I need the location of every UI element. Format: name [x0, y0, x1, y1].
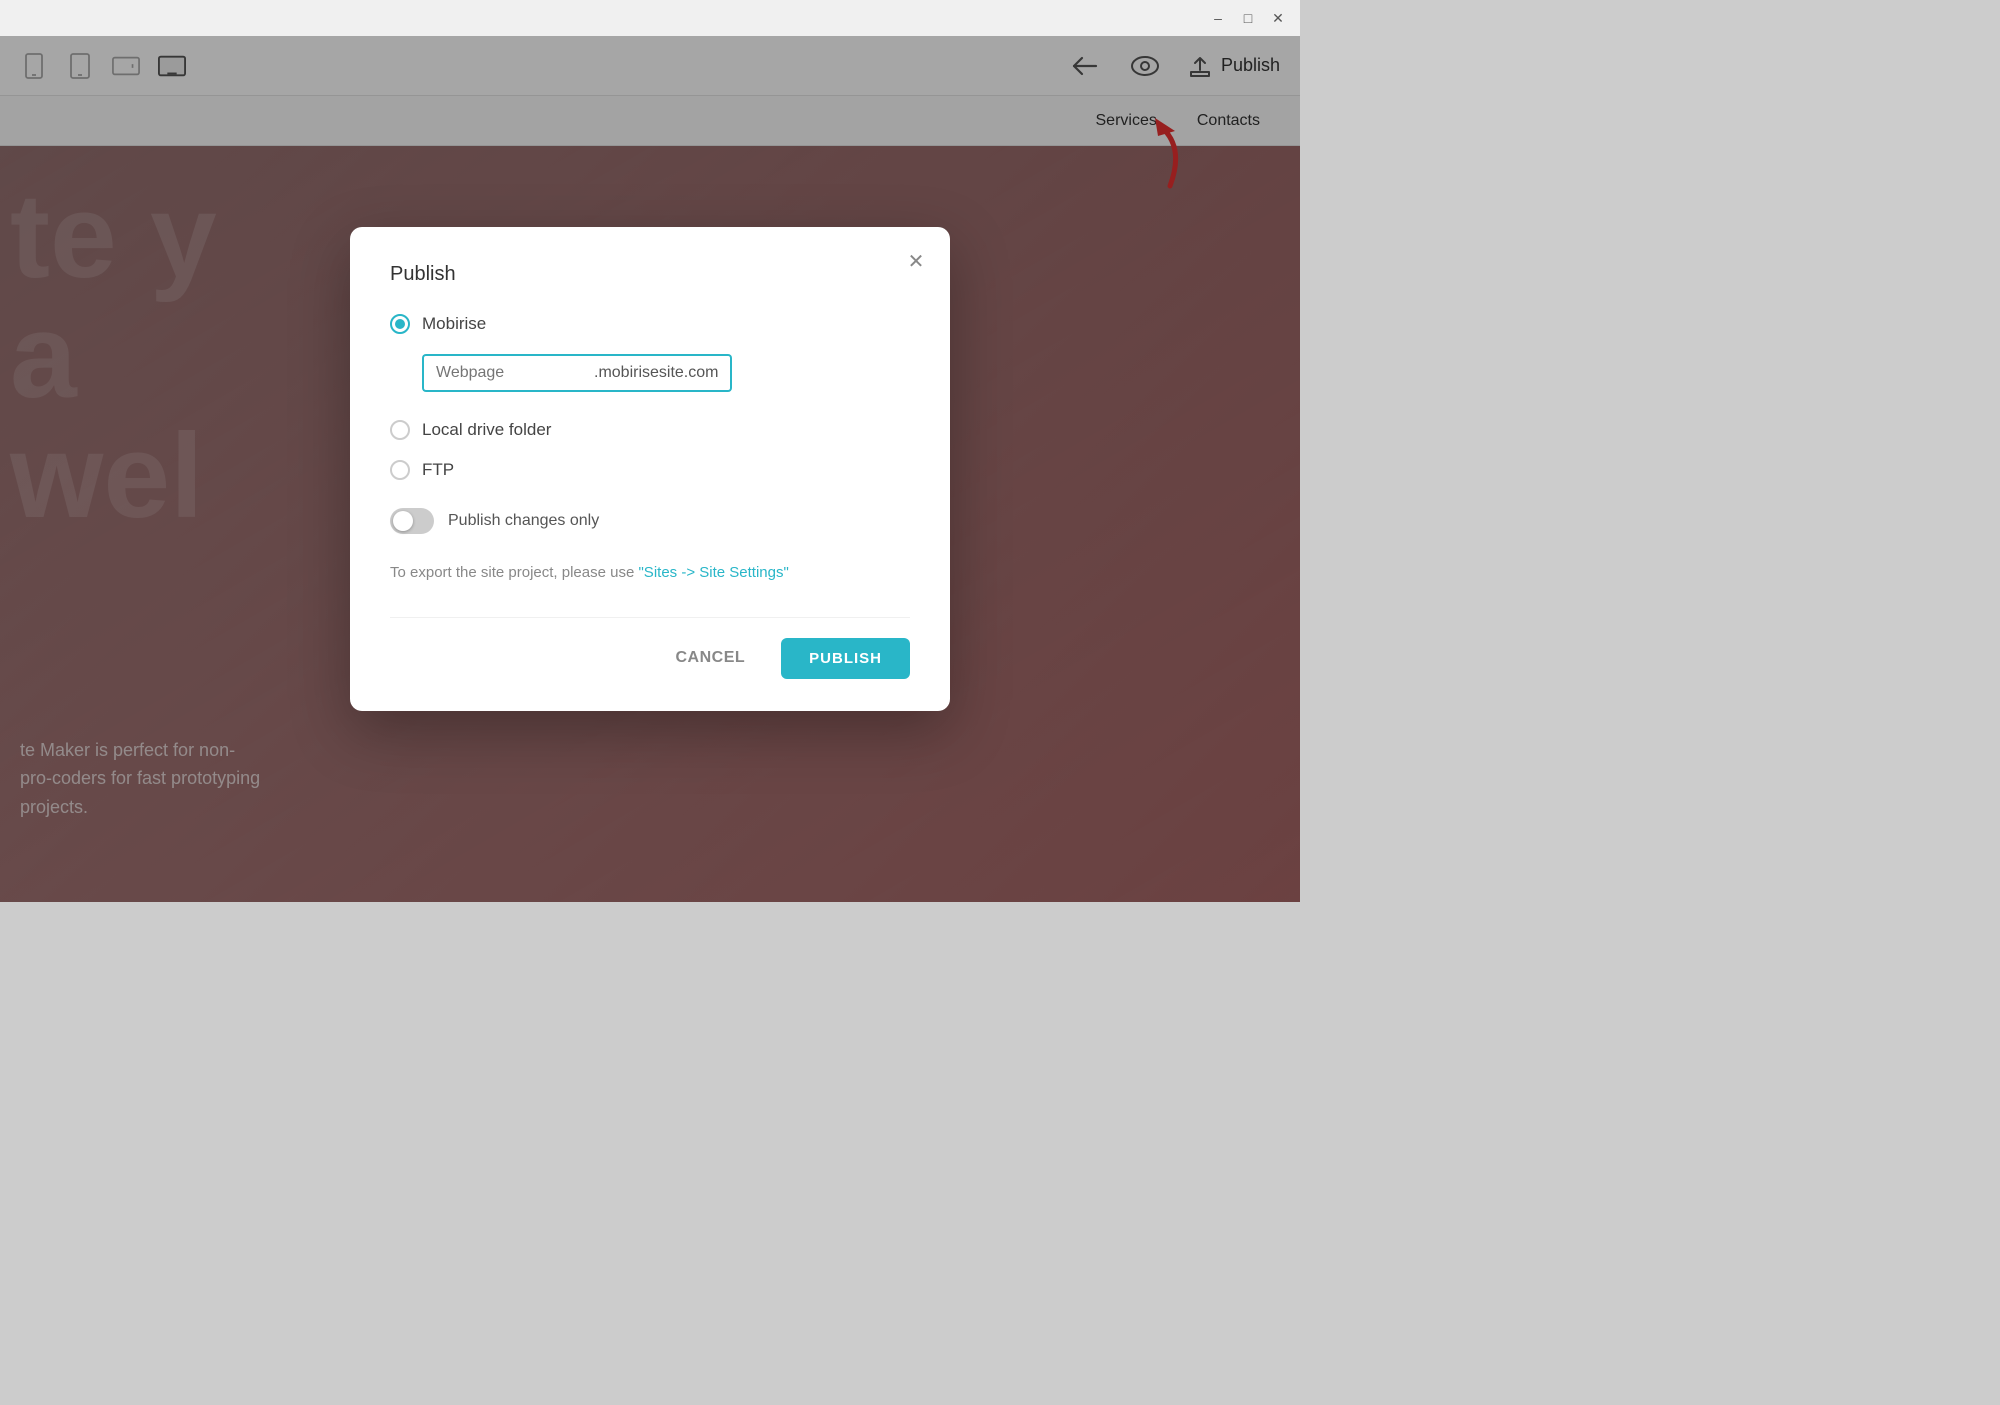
radio-group-other: Local drive folder FTP — [390, 420, 910, 480]
publish-changes-toggle[interactable] — [390, 508, 434, 534]
webpage-input[interactable] — [422, 354, 582, 392]
local-drive-radio-button[interactable] — [390, 420, 410, 440]
window-close-button[interactable]: ✕ — [1264, 4, 1292, 32]
cancel-button[interactable]: CANCEL — [659, 639, 761, 677]
dialog-close-button[interactable]: ✕ — [902, 247, 930, 275]
modal-overlay: ✕ Publish Mobirise .mobirisesite.com Loc… — [0, 36, 1300, 902]
ftp-radio-item[interactable]: FTP — [390, 460, 910, 480]
minimize-button[interactable]: – — [1204, 4, 1232, 32]
dialog-title: Publish — [390, 263, 910, 286]
mobirise-radio-label: Mobirise — [422, 314, 486, 334]
ftp-radio-button[interactable] — [390, 460, 410, 480]
webpage-suffix: .mobirisesite.com — [582, 354, 732, 392]
toggle-label: Publish changes only — [448, 512, 599, 530]
publish-dialog-button[interactable]: PUBLISH — [781, 638, 910, 679]
publish-dialog: ✕ Publish Mobirise .mobirisesite.com Loc… — [350, 227, 950, 711]
ftp-radio-label: FTP — [422, 460, 454, 480]
dialog-footer: CANCEL PUBLISH — [390, 617, 910, 679]
export-text-before: To export the site project, please use — [390, 564, 638, 581]
toggle-row: Publish changes only — [390, 508, 910, 534]
maximize-button[interactable]: □ — [1234, 4, 1262, 32]
webpage-input-row: .mobirisesite.com — [422, 354, 910, 392]
title-bar: – □ ✕ — [0, 0, 1300, 36]
mobirise-radio-row[interactable]: Mobirise — [390, 314, 910, 334]
mobirise-radio-button[interactable] — [390, 314, 410, 334]
export-link[interactable]: "Sites -> Site Settings" — [638, 564, 788, 581]
local-drive-radio-label: Local drive folder — [422, 420, 551, 440]
local-drive-radio-item[interactable]: Local drive folder — [390, 420, 910, 440]
export-text: To export the site project, please use "… — [390, 562, 910, 585]
app-container: Publish Services Contacts te y a wel te … — [0, 36, 1300, 902]
